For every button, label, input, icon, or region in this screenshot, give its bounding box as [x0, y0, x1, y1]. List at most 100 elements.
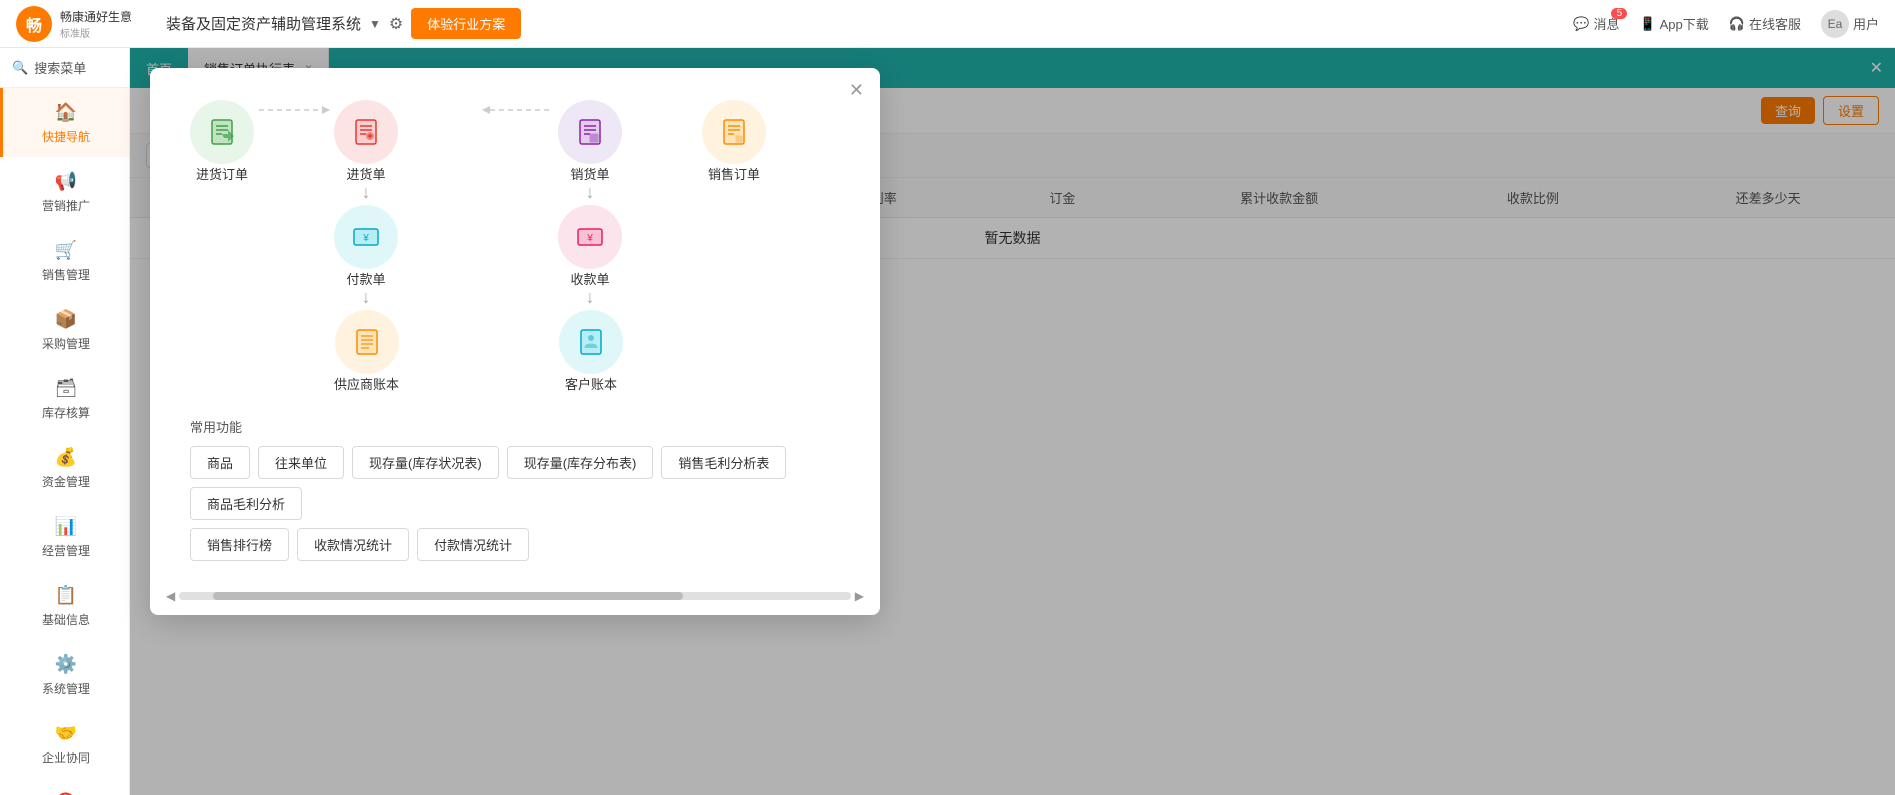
supplier-ledger-label: 供应商账本 — [334, 374, 399, 393]
sales-icon: 🛒 — [54, 238, 78, 262]
sales-bill-circle — [558, 100, 622, 164]
system-title: 装备及固定资产辅助管理系统 ▼ ⚙ 体验行业方案 — [166, 8, 1573, 39]
modal-scrollbar-area: ◀ ▶ — [150, 585, 880, 615]
sidebar-label-basic: 基础信息 — [42, 611, 90, 628]
func-btn-sales-profit[interactable]: 销售毛利分析表 — [661, 446, 786, 479]
down-arrow-purchase-bill: ↓ — [362, 183, 371, 201]
modal-overlay[interactable]: ✕ 进货订单 — [130, 48, 1895, 795]
customer-ledger-circle — [559, 310, 623, 374]
func-btn-partners[interactable]: 往来单位 — [258, 446, 344, 479]
purchase-order-circle — [190, 100, 254, 164]
flow-node-sales-order[interactable]: 销售订单 — [702, 100, 766, 183]
top-header: 畅 畅康通好生意 标准版 装备及固定资产辅助管理系统 ▼ ⚙ 体验行业方案 💬 … — [0, 0, 1895, 48]
modal-dialog: ✕ 进货订单 — [150, 68, 880, 615]
scroll-track[interactable] — [179, 592, 851, 600]
sidebar-label-marketing: 营销推广 — [42, 197, 90, 214]
func-buttons-row1: 商品 往来单位 现存量(库存状况表) 现存量(库存分布表) 销售毛利分析表 商品… — [190, 446, 840, 520]
header-right: 💬 消息 5 📱 App下载 🎧 在线客服 Ea 用户 — [1573, 10, 1879, 38]
func-btn-payment-stats[interactable]: 付款情况统计 — [417, 528, 529, 561]
payment-bill-circle: ¥ — [334, 205, 398, 269]
operations-icon: 📊 — [54, 514, 78, 538]
newbie-icon: 🎯 — [54, 790, 78, 795]
receipt-bill-circle: ¥ — [558, 205, 622, 269]
sidebar-item-inventory[interactable]: 🗃 库存核算 — [0, 364, 129, 433]
basic-icon: 📋 — [54, 583, 78, 607]
down-arrow-sales-bill: ↓ — [586, 183, 595, 201]
func-btn-stock-dist[interactable]: 现存量(库存分布表) — [507, 446, 654, 479]
svg-text:¥: ¥ — [362, 233, 369, 244]
sidebar-item-sales[interactable]: 🛒 销售管理 — [0, 226, 129, 295]
home-icon: 🏠 — [54, 100, 78, 124]
settings-gear-btn[interactable]: ⚙ — [389, 14, 403, 34]
sidebar-item-system[interactable]: ⚙️ 系统管理 — [0, 640, 129, 709]
sidebar-item-newbie[interactable]: 🎯 新手引导 — [0, 778, 129, 795]
user-avatar: Ea — [1821, 10, 1849, 38]
search-menu-label: 搜索菜单 — [34, 58, 86, 77]
sidebar: 🔍 搜索菜单 🏠 快捷导航 📢 营销推广 🛒 销售管理 📦 采购管理 🗃 库存核… — [0, 48, 130, 795]
flow-node-payment-bill[interactable]: ¥ 付款单 — [334, 205, 398, 288]
func-btn-product-profit[interactable]: 商品毛利分析 — [190, 487, 302, 520]
sales-bill-label: 销货单 — [570, 164, 609, 183]
purchase-bill-label: 进货单 — [346, 164, 385, 183]
corp-icon: 🤝 — [54, 721, 78, 745]
app-label: App下载 — [1660, 14, 1709, 33]
flow-node-receipt-bill[interactable]: ¥ 收款单 — [558, 205, 622, 288]
purchase-icon: 📦 — [54, 307, 78, 331]
modal-close-button[interactable]: ✕ — [849, 80, 864, 101]
func-btn-stock-status[interactable]: 现存量(库存状况表) — [352, 446, 499, 479]
func-btn-receipt-stats[interactable]: 收款情况统计 — [297, 528, 409, 561]
sidebar-label-system: 系统管理 — [42, 680, 90, 697]
service-icon: 🎧 — [1729, 16, 1745, 32]
flow-node-customer-ledger[interactable]: 客户账本 — [559, 310, 623, 393]
sidebar-item-marketing[interactable]: 📢 营销推广 — [0, 157, 129, 226]
finance-icon: 💰 — [54, 445, 78, 469]
user-item[interactable]: Ea 用户 — [1821, 10, 1879, 38]
sales-order-circle — [702, 100, 766, 164]
system-icon: ⚙️ — [54, 652, 78, 676]
sidebar-label-inventory: 库存核算 — [42, 404, 90, 421]
service-item[interactable]: 🎧 在线客服 — [1729, 14, 1801, 33]
message-badge: 5 — [1611, 8, 1627, 19]
sidebar-label-quick: 快捷导航 — [42, 128, 90, 145]
user-label: 用户 — [1853, 14, 1879, 33]
sidebar-item-corp[interactable]: 🤝 企业协同 — [0, 709, 129, 778]
sales-order-label: 销售订单 — [708, 164, 760, 183]
logo-text: 畅康通好生意 标准版 — [60, 8, 132, 40]
sidebar-item-operations[interactable]: 📊 经营管理 — [0, 502, 129, 571]
message-icon: 💬 — [1573, 16, 1589, 32]
search-menu-item[interactable]: 🔍 搜索菜单 — [0, 48, 129, 88]
system-dropdown-btn[interactable]: ▼ — [369, 17, 381, 31]
func-btn-product[interactable]: 商品 — [190, 446, 250, 479]
scroll-left-btn[interactable]: ◀ — [166, 589, 175, 603]
trial-button[interactable]: 体验行业方案 — [411, 8, 521, 39]
common-functions-section: 常用功能 商品 往来单位 现存量(库存状况表) 现存量(库存分布表) 销售毛利分… — [150, 409, 880, 585]
down-arrow-payment: ↓ — [362, 288, 371, 306]
logo-area: 畅 畅康通好生意 标准版 — [16, 6, 146, 42]
service-label: 在线客服 — [1749, 14, 1801, 33]
sidebar-label-purchase: 采购管理 — [42, 335, 90, 352]
func-buttons-row2: 销售排行榜 收款情况统计 付款情况统计 — [190, 528, 840, 561]
sidebar-item-basic[interactable]: 📋 基础信息 — [0, 571, 129, 640]
sidebar-item-finance[interactable]: 💰 资金管理 — [0, 433, 129, 502]
purchase-bill-circle — [334, 100, 398, 164]
sidebar-label-corp: 企业协同 — [42, 749, 90, 766]
flow-node-sales-bill[interactable]: 销货单 — [558, 100, 622, 183]
sidebar-item-purchase[interactable]: 📦 采购管理 — [0, 295, 129, 364]
sidebar-item-quick[interactable]: 🏠 快捷导航 — [0, 88, 129, 157]
marketing-icon: 📢 — [54, 169, 78, 193]
scroll-right-btn[interactable]: ▶ — [855, 589, 864, 603]
func-btn-sales-rank[interactable]: 销售排行榜 — [190, 528, 289, 561]
sidebar-label-finance: 资金管理 — [42, 473, 90, 490]
sidebar-label-operations: 经营管理 — [42, 542, 90, 559]
flow-diagram: 进货订单 — [150, 68, 880, 409]
message-item[interactable]: 💬 消息 5 — [1573, 14, 1619, 33]
flow-node-supplier-ledger[interactable]: 供应商账本 — [334, 310, 399, 393]
flow-node-purchase-order[interactable]: 进货订单 — [190, 100, 254, 183]
logo-icon: 畅 — [16, 6, 52, 42]
scroll-thumb[interactable] — [213, 592, 683, 600]
flow-node-purchase-bill[interactable]: 进货单 — [334, 100, 398, 183]
down-arrow-receipt: ↓ — [586, 288, 595, 306]
search-icon: 🔍 — [12, 60, 28, 76]
sidebar-label-sales: 销售管理 — [42, 266, 90, 283]
app-download-item[interactable]: 📱 App下载 — [1639, 14, 1708, 33]
